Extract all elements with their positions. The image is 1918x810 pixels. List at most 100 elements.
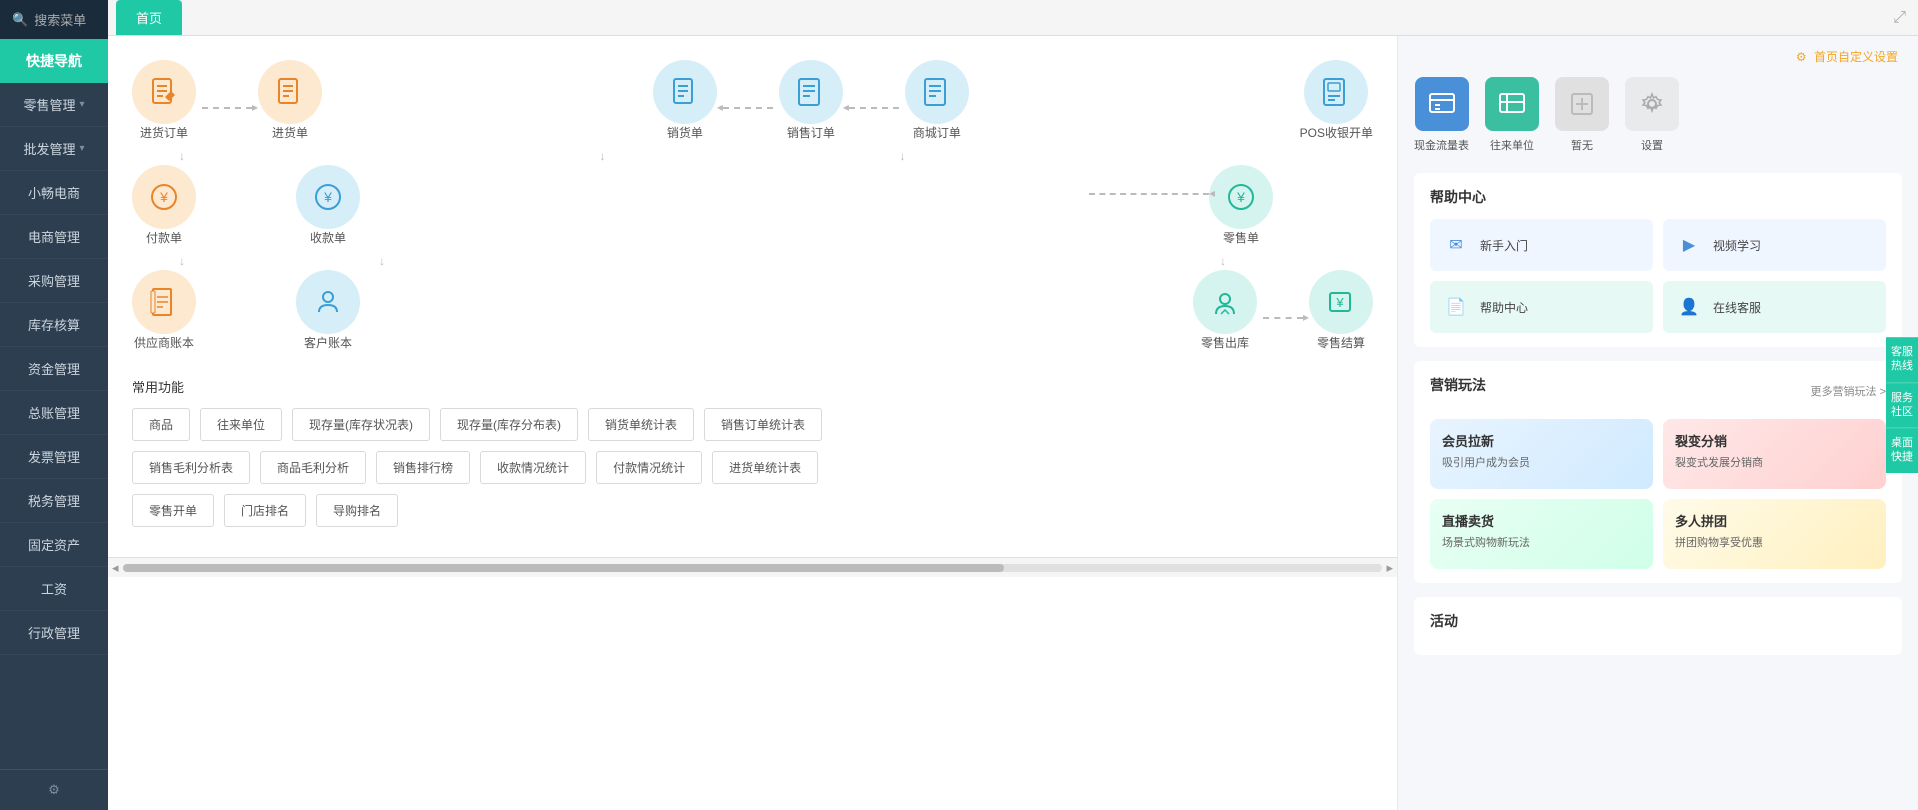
retail-out-label: 零售出库	[1201, 334, 1249, 351]
func-btn-order-stat[interactable]: 销售订单统计表	[704, 408, 822, 441]
flow-node-retail-settle[interactable]: ¥ 零售结算	[1309, 270, 1373, 351]
sidebar-item-admin[interactable]: 行政管理	[0, 611, 108, 655]
payment-icon: ¥	[132, 165, 196, 229]
quick-icon-settings[interactable]: 设置	[1625, 77, 1679, 153]
help-item-beginner[interactable]: ✉ 新手入门	[1430, 219, 1653, 271]
sidebar-item-wholesale[interactable]: 批发管理 ▾	[0, 127, 108, 171]
main-area: 首页 ⤢ 进货订单 ▸	[108, 0, 1918, 810]
purchase-icon	[258, 60, 322, 124]
sidebar-item-assets[interactable]: 固定资产	[0, 523, 108, 567]
shop-order-icon	[905, 60, 969, 124]
supplier-ledger-label: 供应商账本	[134, 334, 194, 351]
func-btn-stock-dist[interactable]: 现存量(库存分布表)	[440, 408, 578, 441]
sidebar-item-invoice[interactable]: 发票管理	[0, 435, 108, 479]
scroll-bar[interactable]: ◂ ▸	[108, 557, 1397, 577]
marketing-item-member[interactable]: 会员拉新 吸引用户成为会员	[1430, 419, 1653, 489]
flow-node-purchase-order[interactable]: 进货订单	[132, 60, 196, 141]
flow-node-shop-order[interactable]: 商城订单	[905, 60, 969, 141]
sidebar-item-inventory[interactable]: 库存核算	[0, 303, 108, 347]
flow-node-supplier-ledger[interactable]: 供应商账本	[132, 270, 196, 351]
retail-out-icon	[1193, 270, 1257, 334]
customer-ledger-label: 客户账本	[304, 334, 352, 351]
float-btn-desktop[interactable]: 桌面快捷	[1886, 428, 1918, 473]
func-btn-units[interactable]: 往来单位	[200, 408, 282, 441]
retail-settle-label: 零售结算	[1317, 334, 1365, 351]
func-btn-guide-rank[interactable]: 导购排名	[316, 494, 398, 527]
help-center-card: 帮助中心 ✉ 新手入门 ▶ 视频学习 📄 帮助中心 👤	[1414, 173, 1902, 347]
quick-icon-units[interactable]: 往来单位	[1485, 77, 1539, 153]
sidebar-item-finance[interactable]: 资金管理	[0, 347, 108, 391]
func-btn-purchase-stat[interactable]: 进货单统计表	[712, 451, 818, 484]
sidebar-search[interactable]: 🔍 搜索菜单	[0, 0, 108, 39]
flow-node-receipt[interactable]: ¥ 收款单	[296, 165, 360, 246]
quick-icon-none[interactable]: 暂无	[1555, 77, 1609, 153]
marketing-item-group[interactable]: 多人拼团 拼团购物享受优惠	[1663, 499, 1886, 569]
quick-icon-cashflow[interactable]: 现金流量表	[1414, 77, 1469, 153]
func-btn-sales-profit[interactable]: 销售毛利分析表	[132, 451, 250, 484]
down-arrow-shop: ↓	[853, 147, 953, 165]
settings-button[interactable]: ⚙	[0, 769, 108, 810]
arrow-retail-settlement: ▸	[1257, 329, 1309, 351]
tab-home[interactable]: 首页	[116, 0, 182, 35]
scroll-track	[123, 564, 1383, 572]
flow-node-payment[interactable]: ¥ 付款单	[132, 165, 196, 246]
sidebar-item-ecommerce-small[interactable]: 小畅电商	[0, 171, 108, 215]
pos-label: POS收银开单	[1300, 124, 1373, 141]
sidebar-item-tax[interactable]: 税务管理	[0, 479, 108, 523]
down-arrow-purchase: ↓	[132, 147, 232, 165]
marketing-item-fission[interactable]: 裂变分销 裂变式发展分销商	[1663, 419, 1886, 489]
arrow-3: ◂	[843, 119, 905, 141]
scroll-right-arrow[interactable]: ▸	[1386, 560, 1393, 576]
func-btn-goods-profit[interactable]: 商品毛利分析	[260, 451, 366, 484]
sidebar-item-ledger[interactable]: 总账管理	[0, 391, 108, 435]
help-item-support[interactable]: 👤 在线客服	[1663, 281, 1886, 333]
retail-icon: ¥	[1209, 165, 1273, 229]
flow-node-purchase[interactable]: 进货单	[258, 60, 322, 141]
receipt-icon: ¥	[296, 165, 360, 229]
down-arrow-pos: ↓	[1273, 147, 1373, 165]
fullscreen-button[interactable]: ⤢	[1889, 5, 1910, 31]
func-btn-receipt-stat[interactable]: 收款情况统计	[480, 451, 586, 484]
none-icon	[1555, 77, 1609, 131]
tab-bar: 首页 ⤢	[108, 0, 1918, 36]
func-btn-stock-status[interactable]: 现存量(库存状况表)	[292, 408, 430, 441]
help-item-help[interactable]: 📄 帮助中心	[1430, 281, 1653, 333]
flow-node-sales-order[interactable]: 销售订单	[779, 60, 843, 141]
sidebar-item-retail[interactable]: 零售管理 ▾	[0, 83, 108, 127]
flow-node-pos[interactable]: POS收银开单	[1300, 60, 1373, 141]
func-btn-store-rank[interactable]: 门店排名	[224, 494, 306, 527]
scroll-left-arrow[interactable]: ◂	[112, 560, 119, 576]
down-arrow-sales: ↓	[553, 147, 653, 165]
flow-node-customer-ledger[interactable]: 客户账本	[296, 270, 360, 351]
email-icon: ✉	[1440, 229, 1472, 261]
customize-header[interactable]: ⚙ 首页自定义设置	[1414, 48, 1902, 65]
float-btn-support[interactable]: 客服热线	[1886, 337, 1918, 383]
arrow-1: ▸	[196, 119, 258, 141]
common-functions-title: 常用功能	[132, 377, 1373, 396]
func-btn-payment-stat[interactable]: 付款情况统计	[596, 451, 702, 484]
sales-label: 销货单	[667, 124, 703, 141]
purchase-order-label: 进货订单	[140, 124, 188, 141]
func-btn-sales-stat[interactable]: 销货单统计表	[588, 408, 694, 441]
flow-node-retail[interactable]: ¥ 零售单	[1209, 165, 1273, 246]
marketing-item-live[interactable]: 直播卖货 场景式购物新玩法	[1430, 499, 1653, 569]
flow-node-retail-out[interactable]: 零售出库	[1193, 270, 1257, 351]
sidebar-item-ecommerce[interactable]: 电商管理	[0, 215, 108, 259]
payment-label: 付款单	[146, 229, 182, 246]
func-btn-retail-order[interactable]: 零售开单	[132, 494, 214, 527]
marketing-more[interactable]: 更多营销玩法 >	[1811, 383, 1886, 399]
play-icon: ▶	[1673, 229, 1705, 261]
help-grid: ✉ 新手入门 ▶ 视频学习 📄 帮助中心 👤 在线客服	[1430, 219, 1886, 333]
receipt-label: 收款单	[310, 229, 346, 246]
down-arrow-receipt: ↓	[332, 252, 432, 270]
help-item-video[interactable]: ▶ 视频学习	[1663, 219, 1886, 271]
sidebar-item-purchase[interactable]: 采购管理	[0, 259, 108, 303]
sidebar-item-salary[interactable]: 工资	[0, 567, 108, 611]
down-arrow-retail: ↓	[1173, 252, 1273, 270]
sales-order-icon	[779, 60, 843, 124]
func-btn-sales-rank[interactable]: 销售排行榜	[376, 451, 470, 484]
flow-node-sales[interactable]: 销货单	[653, 60, 717, 141]
marketing-card: 营销玩法 更多营销玩法 > 会员拉新 吸引用户成为会员 裂变分销 裂变式发展分销…	[1414, 361, 1902, 583]
float-btn-community[interactable]: 服务社区	[1886, 383, 1918, 429]
func-btn-goods[interactable]: 商品	[132, 408, 190, 441]
